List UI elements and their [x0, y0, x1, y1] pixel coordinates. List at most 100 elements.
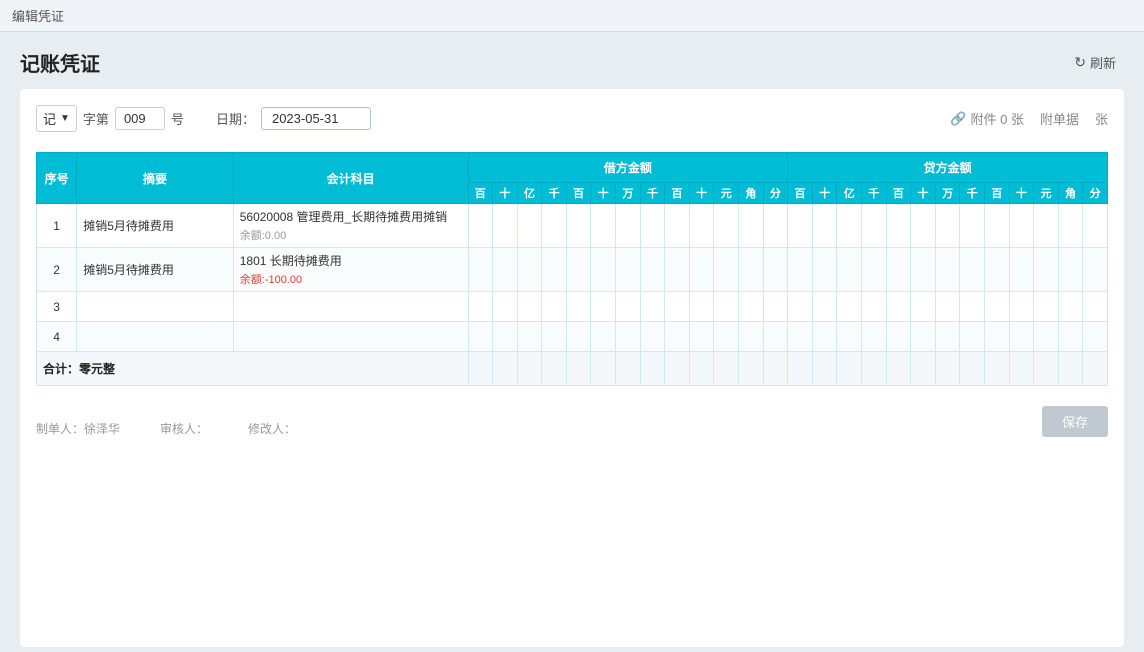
row-0-debit-2[interactable] [493, 204, 518, 248]
row-1-debit-6[interactable] [591, 248, 616, 292]
row-1-credit-5[interactable] [886, 248, 911, 292]
row-0-debit-10[interactable] [689, 204, 714, 248]
row-2-credit-2[interactable] [812, 292, 837, 322]
row-2-account[interactable] [233, 292, 468, 322]
row-1-debit-11[interactable] [714, 248, 739, 292]
row-1-credit-4[interactable] [862, 248, 887, 292]
row-2-debit-6[interactable] [591, 292, 616, 322]
row-0-debit-8[interactable] [640, 204, 665, 248]
row-0-debit-12[interactable] [739, 204, 764, 248]
row-2-credit-1[interactable] [788, 292, 813, 322]
row-3-debit-11[interactable] [714, 322, 739, 352]
row-1-credit-7[interactable] [935, 248, 960, 292]
date-field[interactable]: 2023-05-31 [261, 107, 371, 130]
row-1-debit-4[interactable] [542, 248, 567, 292]
row-2-debit-1[interactable] [468, 292, 493, 322]
row-3-credit-8[interactable] [960, 322, 985, 352]
row-2-debit-11[interactable] [714, 292, 739, 322]
row-0-credit-2[interactable] [812, 204, 837, 248]
row-3-credit-7[interactable] [935, 322, 960, 352]
row-3-debit-7[interactable] [616, 322, 641, 352]
row-2-credit-6[interactable] [911, 292, 936, 322]
row-2-credit-4[interactable] [862, 292, 887, 322]
row-0-credit-12[interactable] [1058, 204, 1083, 248]
row-2-credit-12[interactable] [1058, 292, 1083, 322]
row-2-credit-5[interactable] [886, 292, 911, 322]
row-0-debit-4[interactable] [542, 204, 567, 248]
row-1-debit-5[interactable] [566, 248, 591, 292]
row-0-debit-6[interactable] [591, 204, 616, 248]
row-3-credit-2[interactable] [812, 322, 837, 352]
row-1-credit-6[interactable] [911, 248, 936, 292]
row-0-credit-3[interactable] [837, 204, 862, 248]
row-0-debit-13[interactable] [763, 204, 788, 248]
row-0-credit-8[interactable] [960, 204, 985, 248]
row-0-credit-1[interactable] [788, 204, 813, 248]
row-3-debit-3[interactable] [517, 322, 542, 352]
row-2-debit-13[interactable] [763, 292, 788, 322]
row-0-credit-9[interactable] [984, 204, 1009, 248]
row-3-debit-12[interactable] [739, 322, 764, 352]
row-1-credit-12[interactable] [1058, 248, 1083, 292]
row-3-credit-3[interactable] [837, 322, 862, 352]
single-voucher-button[interactable]: 附单据 [1040, 109, 1079, 128]
save-button[interactable]: 保存 [1042, 406, 1108, 437]
row-0-credit-7[interactable] [935, 204, 960, 248]
row-2-summary[interactable] [77, 292, 234, 322]
row-2-debit-12[interactable] [739, 292, 764, 322]
row-3-credit-4[interactable] [862, 322, 887, 352]
row-2-credit-7[interactable] [935, 292, 960, 322]
row-0-summary[interactable]: 摊销5月待摊费用 [77, 204, 234, 248]
row-3-credit-10[interactable] [1009, 322, 1034, 352]
attachment-button[interactable]: 🔗 附件 0 张 [950, 109, 1024, 128]
row-0-debit-9[interactable] [665, 204, 690, 248]
row-0-account[interactable]: 56020008 管理费用_长期待摊费用摊销余额:0.00 [233, 204, 468, 248]
row-0-debit-3[interactable] [517, 204, 542, 248]
row-1-debit-9[interactable] [665, 248, 690, 292]
row-2-debit-4[interactable] [542, 292, 567, 322]
row-2-credit-11[interactable] [1034, 292, 1059, 322]
table-row[interactable]: 3 [37, 292, 1108, 322]
type-dropdown[interactable]: 记 ▼ [36, 105, 77, 132]
row-1-debit-8[interactable] [640, 248, 665, 292]
row-1-debit-7[interactable] [616, 248, 641, 292]
row-2-credit-3[interactable] [837, 292, 862, 322]
row-0-credit-11[interactable] [1034, 204, 1059, 248]
row-3-credit-6[interactable] [911, 322, 936, 352]
row-2-credit-9[interactable] [984, 292, 1009, 322]
refresh-button[interactable]: ↻ 刷新 [1066, 49, 1124, 76]
row-0-credit-13[interactable] [1083, 204, 1108, 248]
row-2-debit-8[interactable] [640, 292, 665, 322]
row-3-credit-9[interactable] [984, 322, 1009, 352]
row-3-summary[interactable] [77, 322, 234, 352]
row-2-credit-10[interactable] [1009, 292, 1034, 322]
number-field[interactable]: 009 [115, 107, 165, 130]
row-1-debit-12[interactable] [739, 248, 764, 292]
row-0-credit-4[interactable] [862, 204, 887, 248]
row-2-debit-7[interactable] [616, 292, 641, 322]
row-3-credit-1[interactable] [788, 322, 813, 352]
row-1-credit-9[interactable] [984, 248, 1009, 292]
row-2-credit-13[interactable] [1083, 292, 1108, 322]
row-0-credit-10[interactable] [1009, 204, 1034, 248]
row-3-debit-1[interactable] [468, 322, 493, 352]
row-1-debit-13[interactable] [763, 248, 788, 292]
table-row[interactable]: 2摊销5月待摊费用1801 长期待摊费用余额:-100.00 [37, 248, 1108, 292]
row-3-credit-12[interactable] [1058, 322, 1083, 352]
row-1-debit-1[interactable] [468, 248, 493, 292]
row-2-credit-8[interactable] [960, 292, 985, 322]
row-2-debit-5[interactable] [566, 292, 591, 322]
row-0-credit-5[interactable] [886, 204, 911, 248]
row-1-credit-8[interactable] [960, 248, 985, 292]
row-3-debit-8[interactable] [640, 322, 665, 352]
row-1-debit-3[interactable] [517, 248, 542, 292]
row-0-debit-1[interactable] [468, 204, 493, 248]
row-3-debit-4[interactable] [542, 322, 567, 352]
row-3-debit-10[interactable] [689, 322, 714, 352]
row-3-account[interactable] [233, 322, 468, 352]
row-3-debit-9[interactable] [665, 322, 690, 352]
row-2-debit-2[interactable] [493, 292, 518, 322]
row-1-credit-10[interactable] [1009, 248, 1034, 292]
row-3-credit-11[interactable] [1034, 322, 1059, 352]
row-1-account[interactable]: 1801 长期待摊费用余额:-100.00 [233, 248, 468, 292]
